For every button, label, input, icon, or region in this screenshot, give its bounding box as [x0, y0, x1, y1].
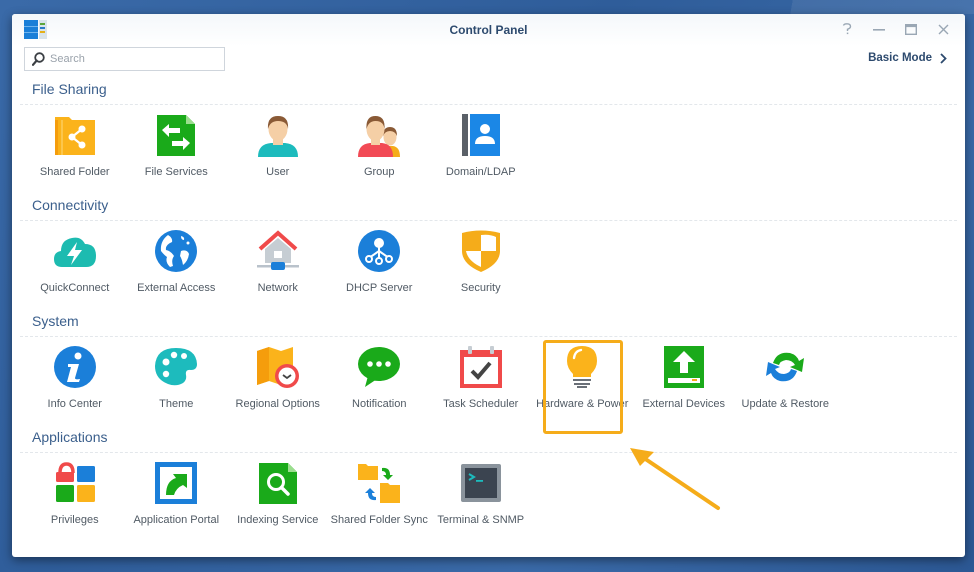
- item-update-restore[interactable]: Update & Restore: [735, 341, 837, 431]
- title-bar[interactable]: Control Panel: [12, 14, 965, 46]
- basic-mode-label: Basic Mode: [868, 52, 932, 64]
- maximize-icon: [905, 23, 917, 35]
- section-divider: [20, 104, 957, 105]
- item-label: Regional Options: [235, 398, 320, 410]
- help-icon: [842, 23, 852, 35]
- search-icon: [32, 52, 45, 66]
- item-privileges[interactable]: Privileges: [24, 457, 126, 547]
- window-title: Control Panel: [449, 23, 528, 37]
- shield-icon: [461, 230, 500, 272]
- dhcp-server-icon: [358, 230, 401, 272]
- section-title: File Sharing: [32, 81, 107, 97]
- item-label: Terminal & SNMP: [437, 514, 525, 526]
- close-button[interactable]: [935, 21, 951, 37]
- section-divider: [20, 220, 957, 221]
- item-label: Theme: [159, 398, 194, 410]
- privileges-icon: [55, 462, 95, 502]
- item-label: Notification: [352, 398, 407, 410]
- section-title: Connectivity: [32, 197, 109, 213]
- item-terminal-snmp[interactable]: Terminal & SNMP: [430, 457, 532, 547]
- item-label: External Devices: [642, 398, 726, 410]
- minimize-icon: [873, 29, 885, 31]
- map-clock-icon: [256, 347, 299, 388]
- item-regional-options[interactable]: Regional Options: [227, 341, 329, 431]
- annotation-arrow-icon: [630, 448, 720, 510]
- portal-arrow-icon: [155, 462, 198, 504]
- group-icon: [358, 116, 401, 157]
- quickconnect-icon: [53, 237, 96, 267]
- search-field[interactable]: [24, 47, 225, 71]
- refresh-icon: [766, 352, 805, 382]
- close-icon: [938, 24, 948, 34]
- external-drive-icon: [663, 346, 704, 388]
- shared-folder-icon: [54, 117, 95, 155]
- calendar-check-icon: [459, 346, 502, 388]
- domain-ldap-icon: [461, 114, 500, 156]
- window-controls: [839, 21, 951, 37]
- item-shared-folder-sync[interactable]: Shared Folder Sync: [329, 457, 431, 547]
- item-label: Network: [257, 282, 298, 294]
- item-label: Privileges: [50, 514, 99, 526]
- item-task-scheduler[interactable]: Task Scheduler: [430, 341, 532, 431]
- item-label: Info Center: [47, 398, 102, 410]
- item-label: Update & Restore: [741, 398, 829, 410]
- item-external-access[interactable]: External Access: [126, 225, 228, 315]
- item-label: External Access: [137, 282, 216, 294]
- search-input[interactable]: [50, 53, 210, 65]
- item-dhcp-server[interactable]: DHCP Server: [329, 225, 431, 315]
- lightbulb-icon: [567, 346, 598, 388]
- item-label: Group: [363, 166, 395, 178]
- palette-icon: [155, 348, 198, 386]
- item-quickconnect[interactable]: QuickConnect: [24, 225, 126, 315]
- control-panel-window: Control Panel Basic Mode File Sh: [12, 14, 965, 557]
- item-security[interactable]: Security: [430, 225, 532, 315]
- item-hardware-power[interactable]: Hardware & Power: [532, 341, 634, 431]
- item-external-devices[interactable]: External Devices: [633, 341, 735, 431]
- section-title: System: [32, 313, 79, 329]
- chat-bubble-icon: [358, 347, 401, 387]
- item-label: Shared Folder: [39, 166, 110, 178]
- minimize-button[interactable]: [871, 21, 887, 37]
- section-divider: [20, 336, 957, 337]
- item-file-services[interactable]: File Services: [126, 109, 228, 199]
- item-label: DHCP Server: [346, 282, 413, 294]
- item-user[interactable]: User: [227, 109, 329, 199]
- terminal-icon: [460, 464, 501, 502]
- item-label: Indexing Service: [237, 514, 319, 526]
- item-label: User: [266, 166, 290, 178]
- item-label: Hardware & Power: [536, 398, 629, 410]
- help-button[interactable]: [839, 21, 855, 37]
- item-label: Task Scheduler: [443, 398, 519, 410]
- item-indexing-service[interactable]: Indexing Service: [227, 457, 329, 547]
- item-group[interactable]: Group: [329, 109, 431, 199]
- network-house-icon: [256, 230, 299, 270]
- item-network[interactable]: Network: [227, 225, 329, 315]
- maximize-button[interactable]: [903, 21, 919, 37]
- info-icon: [53, 346, 96, 388]
- item-label: Domain/LDAP: [445, 166, 516, 178]
- file-search-icon: [258, 463, 297, 504]
- item-label: QuickConnect: [40, 282, 110, 294]
- chevron-right-icon: [940, 52, 947, 64]
- user-icon: [257, 116, 298, 157]
- item-notification[interactable]: Notification: [329, 341, 431, 431]
- folder-sync-icon: [358, 464, 401, 503]
- item-theme[interactable]: Theme: [126, 341, 228, 431]
- item-shared-folder[interactable]: Shared Folder: [24, 109, 126, 199]
- item-application-portal[interactable]: Application Portal: [126, 457, 228, 547]
- section-divider: [20, 452, 957, 453]
- basic-mode-link[interactable]: Basic Mode: [868, 52, 947, 64]
- desktop-background: [714, 0, 974, 14]
- item-label: Security: [460, 282, 501, 294]
- item-label: Application Portal: [133, 514, 220, 526]
- section-title: Applications: [32, 429, 108, 445]
- globe-icon: [155, 230, 198, 272]
- file-services-icon: [157, 115, 196, 156]
- item-domain-ldap[interactable]: Domain/LDAP: [430, 109, 532, 199]
- item-label: File Services: [144, 166, 208, 178]
- item-info-center[interactable]: Info Center: [24, 341, 126, 431]
- item-label: Shared Folder Sync: [330, 514, 428, 526]
